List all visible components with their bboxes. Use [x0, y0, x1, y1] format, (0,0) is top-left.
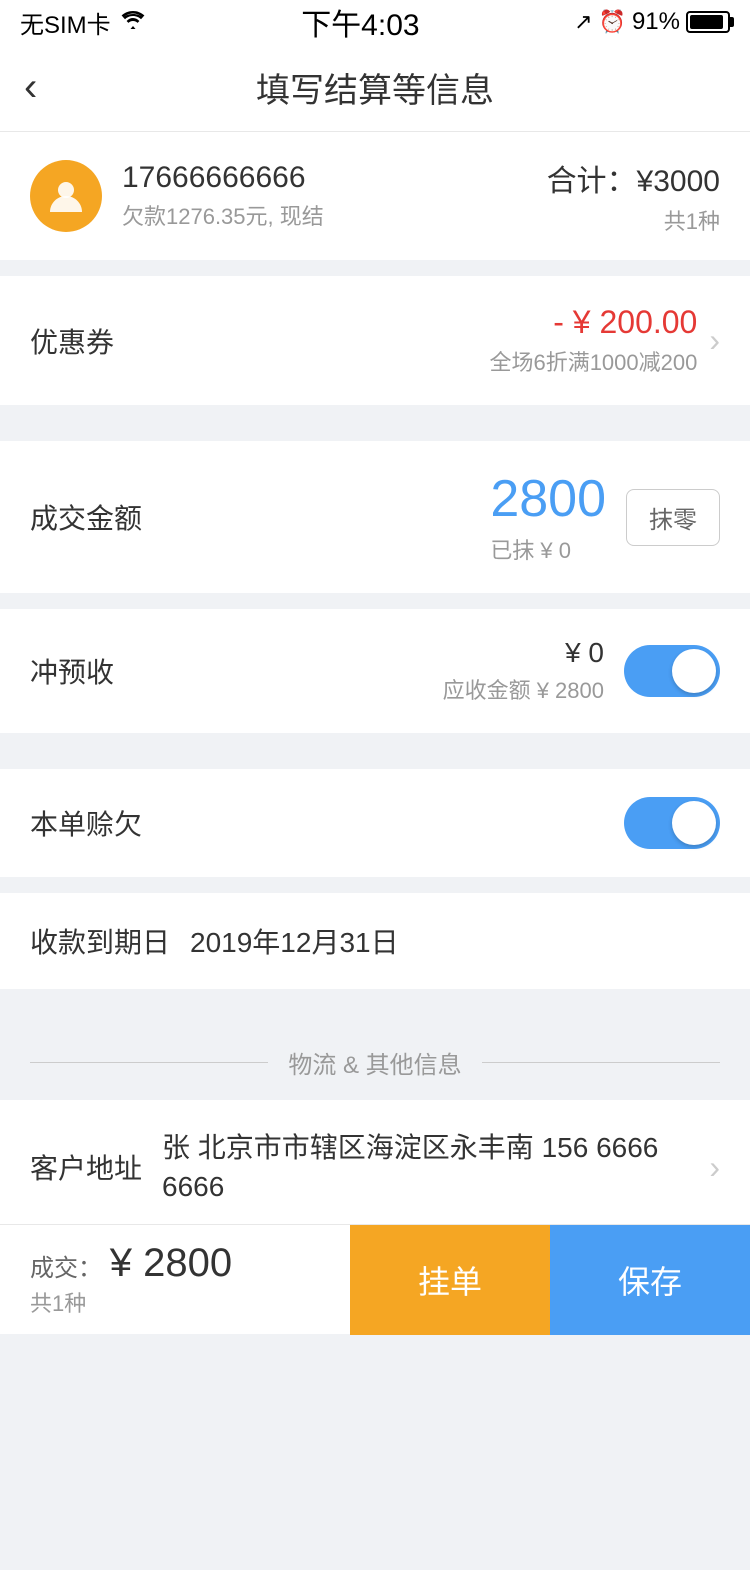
deal-amount-sub: 已抹 ¥ 0 — [490, 533, 606, 565]
coupon-desc: 全场6折满1000减200 — [489, 345, 697, 377]
bottom-deal-label: 成交： — [30, 1255, 102, 1282]
status-right: ↗ ⏰ 91% — [574, 8, 730, 36]
divider-1 — [0, 421, 750, 441]
user-left: 17666666666 欠款1276.35元, 现结 — [30, 160, 324, 232]
debt-toggle[interactable] — [624, 797, 720, 849]
prepay-sub: 应收金额 ¥ 2800 — [443, 673, 604, 705]
debt-row: 本单赊欠 — [0, 769, 750, 877]
status-time: 下午4:03 — [301, 0, 419, 44]
hold-button[interactable]: 挂单 — [350, 1225, 550, 1335]
prepay-row: 冲预收 ¥ 0 应收金额 ¥ 2800 — [0, 609, 750, 733]
user-info-card: 17666666666 欠款1276.35元, 现结 合计：¥3000 共1种 — [0, 132, 750, 260]
save-button[interactable]: 保存 — [550, 1225, 750, 1335]
nav-bar: ‹ 填写结算等信息 — [0, 44, 750, 132]
deal-amount-label: 成交金额 — [30, 497, 142, 537]
section-line-right — [482, 1062, 720, 1063]
coupon-label: 优惠券 — [30, 321, 114, 361]
prepay-toggle[interactable] — [624, 645, 720, 697]
divider-2 — [0, 749, 750, 769]
user-right: 合计：¥3000 共1种 — [547, 156, 720, 236]
alarm-icon: ⏰ — [599, 9, 626, 35]
bottom-bar: 成交： ¥ 2800 共1种 挂单 保存 — [0, 1224, 750, 1334]
prepay-right: ¥ 0 应收金额 ¥ 2800 — [443, 637, 720, 705]
address-row[interactable]: 客户地址 张 北京市市辖区海淀区永丰南 156 6666 6666 › — [0, 1100, 750, 1234]
deal-amount-row: 成交金额 2800 已抹 ¥ 0 抹零 — [0, 441, 750, 593]
prepay-values: ¥ 0 应收金额 ¥ 2800 — [443, 637, 604, 705]
deal-amount-number: 2800 — [490, 469, 606, 529]
due-date-label: 收款到期日 — [30, 921, 170, 961]
deal-amount-values: 2800 已抹 ¥ 0 — [490, 469, 606, 565]
coupon-amount: - ¥ 200.00 — [489, 304, 697, 341]
address-arrow-icon: › — [709, 1149, 720, 1186]
bottom-info: 成交： ¥ 2800 共1种 — [0, 1241, 350, 1318]
user-details: 17666666666 欠款1276.35元, 现结 — [122, 161, 324, 231]
debt-label: 本单赊欠 — [30, 803, 142, 843]
avatar — [30, 160, 102, 232]
battery-icon — [686, 11, 730, 33]
total-amount: 合计：¥3000 — [547, 156, 720, 200]
location-icon: ↗ — [574, 9, 592, 35]
section-divider-row: 物流 & 其他信息 — [0, 1025, 750, 1100]
divider-3 — [0, 1005, 750, 1025]
nav-title: 填写结算等信息 — [256, 63, 494, 112]
status-left: 无SIM卡 — [20, 5, 147, 40]
carrier-label: 无SIM卡 — [20, 5, 111, 40]
status-bar: 无SIM卡 下午4:03 ↗ ⏰ 91% — [0, 0, 750, 44]
total-count: 共1种 — [547, 204, 720, 236]
coupon-value: - ¥ 200.00 全场6折满1000减200 — [489, 304, 697, 377]
prepay-label: 冲预收 — [30, 651, 114, 691]
bottom-deal-line: 成交： ¥ 2800 — [30, 1241, 320, 1286]
due-date-value: 2019年12月31日 — [190, 921, 399, 961]
coupon-row[interactable]: 优惠券 - ¥ 200.00 全场6折满1000减200 › — [0, 276, 750, 405]
coupon-arrow-icon: › — [709, 322, 720, 359]
content-area: 17666666666 欠款1276.35元, 现结 合计：¥3000 共1种 … — [0, 132, 750, 1570]
section-line-left — [30, 1062, 268, 1063]
back-button[interactable]: ‹ — [24, 65, 37, 110]
deal-amount-right: 2800 已抹 ¥ 0 抹零 — [490, 469, 720, 565]
bottom-deal-amount: ¥ 2800 — [110, 1241, 232, 1285]
address-value: 张 北京市市辖区海淀区永丰南 156 6666 6666 — [162, 1128, 709, 1206]
coupon-right: - ¥ 200.00 全场6折满1000减200 › — [489, 304, 720, 377]
address-label: 客户地址 — [30, 1147, 142, 1187]
bottom-count: 共1种 — [30, 1286, 320, 1318]
due-date-row: 收款到期日 2019年12月31日 — [0, 893, 750, 989]
battery-percent: 91% — [632, 8, 680, 36]
prepay-amount: ¥ 0 — [443, 637, 604, 669]
user-phone: 17666666666 — [122, 161, 324, 195]
round-zero-button[interactable]: 抹零 — [626, 489, 720, 546]
wifi-icon — [119, 8, 147, 37]
section-label-text: 物流 & 其他信息 — [288, 1045, 461, 1080]
prepay-top: 冲预收 ¥ 0 应收金额 ¥ 2800 — [30, 637, 720, 705]
user-sub: 欠款1276.35元, 现结 — [122, 199, 324, 231]
